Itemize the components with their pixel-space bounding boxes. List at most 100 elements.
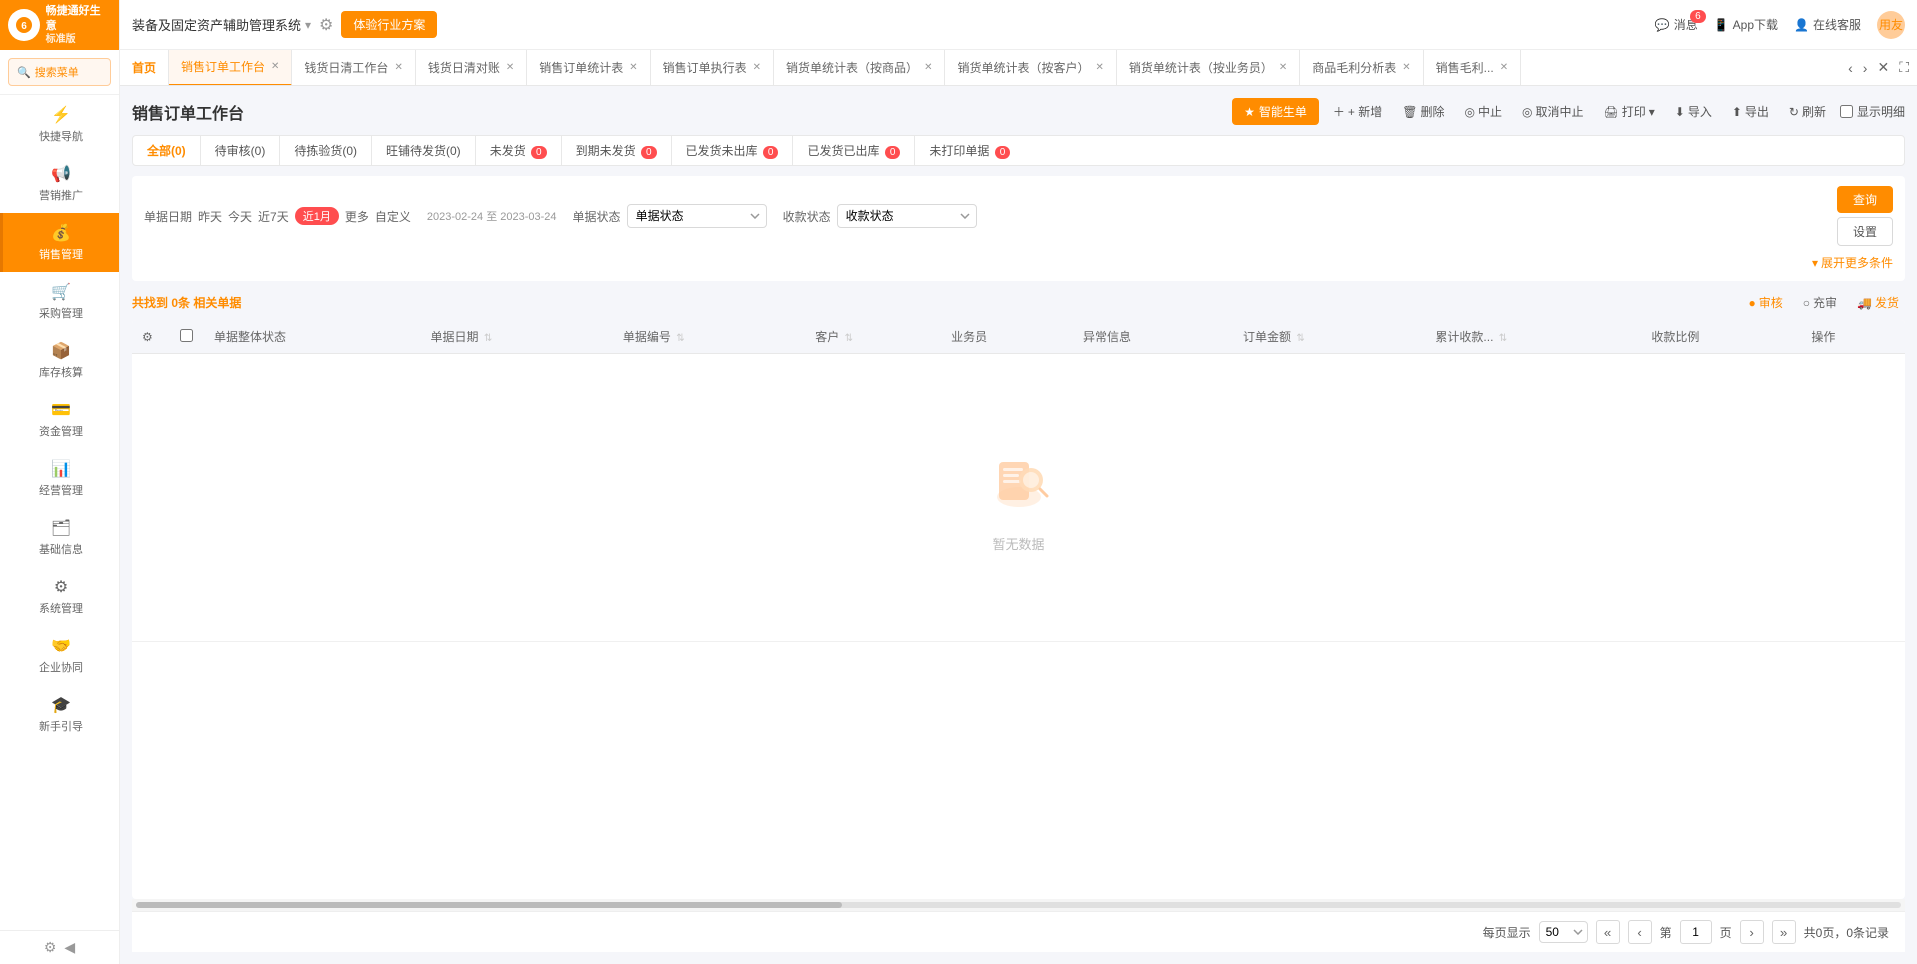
sort-customer-icon[interactable]: ⇅ (845, 333, 853, 344)
th-date[interactable]: 单据日期 ⇅ (421, 320, 613, 354)
expand-conditions-btn[interactable]: ▾ 展开更多条件 (1812, 254, 1893, 271)
tab-sales-stat-product[interactable]: 销货单统计表（按商品） ✕ (774, 50, 945, 86)
import-btn[interactable]: ⬇ 导入 (1669, 99, 1718, 124)
scrollbar-track[interactable] (136, 902, 1901, 908)
sidebar-item-system[interactable]: ⚙ 系统管理 (0, 567, 119, 626)
tab-close-cash-daily[interactable]: ✕ (394, 62, 402, 73)
th-collected[interactable]: 累计收款... ⇅ (1425, 320, 1641, 354)
collapse-button[interactable]: ◀ (64, 939, 75, 956)
tab-close-sales-workbench[interactable]: ✕ (271, 61, 279, 72)
tab-sales-stats[interactable]: 销售订单统计表 ✕ (527, 50, 650, 86)
sub-tab-wang-ship[interactable]: 旺铺待发货(0) (372, 136, 476, 165)
print-btn[interactable]: 🖨 打印 ▾ (1597, 99, 1660, 124)
sidebar-item-guide[interactable]: 🎓 新手引导 (0, 685, 119, 744)
payment-select[interactable]: 收款状态 (837, 204, 977, 228)
date-custom[interactable]: 自定义 (375, 208, 411, 225)
th-staff[interactable]: 业务员 (941, 320, 1073, 354)
message-btn[interactable]: 💬 消息 6 (1655, 16, 1698, 33)
th-checkbox[interactable] (168, 320, 204, 354)
sub-tab-pending-review[interactable]: 待审核(0) (201, 136, 281, 165)
unapprove-btn[interactable]: ○ 充审 (1797, 291, 1843, 314)
sidebar-item-inventory[interactable]: 📦 库存核算 (0, 331, 119, 390)
sub-tab-shipped-not-out[interactable]: 已发货未出库 0 (672, 136, 794, 165)
tab-close-gross-profit[interactable]: ✕ (1402, 62, 1410, 73)
tab-sales-stat-staff[interactable]: 销货单统计表（按业务员） ✕ (1117, 50, 1300, 86)
tab-close-cash-reconcile[interactable]: ✕ (506, 62, 514, 73)
sort-date-icon[interactable]: ⇅ (484, 333, 492, 344)
th-config[interactable]: ⚙ (132, 320, 168, 354)
sidebar-item-sales[interactable]: 💰 销售管理 (0, 213, 119, 272)
tab-sales-stat-customer[interactable]: 销货单统计表（按客户） ✕ (945, 50, 1116, 86)
date-more[interactable]: 更多 (345, 208, 369, 225)
add-btn[interactable]: ＋ + 新增 (1327, 99, 1388, 124)
trial-btn[interactable]: 体验行业方案 (341, 11, 437, 38)
th-error[interactable]: 异常信息 (1073, 320, 1233, 354)
dropdown-icon[interactable]: ▾ (305, 18, 311, 32)
tab-sales-exec[interactable]: 销售订单执行表 ✕ (651, 50, 774, 86)
tab-close-sales-stat-product[interactable]: ✕ (924, 62, 932, 73)
sub-tab-not-printed[interactable]: 未打印单据 0 (915, 136, 1024, 165)
date-today[interactable]: 今天 (228, 208, 252, 225)
tabs-prev-btn[interactable]: ‹ (1844, 58, 1857, 78)
delete-btn[interactable]: 🗑 删除 (1396, 99, 1450, 124)
search-menu-button[interactable]: 🔍 搜索菜单 (8, 58, 111, 86)
show-detail-checkbox[interactable] (1840, 105, 1853, 118)
date-1month[interactable]: 近1月 (295, 207, 339, 225)
sub-tab-expired-not-shipped[interactable]: 到期未发货 0 (562, 136, 672, 165)
sub-tab-all[interactable]: 全部(0) (133, 136, 201, 165)
page-last-btn[interactable]: » (1772, 920, 1796, 944)
export-btn[interactable]: ⬆ 导出 (1726, 99, 1775, 124)
tab-close-sales-stat-customer[interactable]: ✕ (1095, 62, 1103, 73)
tab-cash-reconcile[interactable]: 钱货日清对账 ✕ (416, 50, 527, 86)
sidebar-item-quick-nav[interactable]: ⚡ 快捷导航 (0, 95, 119, 154)
tab-home[interactable]: 首页 (120, 50, 169, 86)
abort-btn[interactable]: ◎ 中止 (1458, 99, 1508, 124)
status-select[interactable]: 单据状态 (627, 204, 767, 228)
tab-close-sales-exec[interactable]: ✕ (753, 62, 761, 73)
tab-cash-daily[interactable]: 钱货日清工作台 ✕ (292, 50, 415, 86)
ship-btn[interactable]: 🚚 发货 (1851, 291, 1905, 314)
page-input[interactable] (1680, 920, 1712, 944)
online-service-btn[interactable]: 👤 在线客服 (1794, 16, 1861, 33)
query-btn[interactable]: 查询 (1837, 186, 1893, 213)
tabs-expand-btn[interactable]: ⛶ (1895, 57, 1913, 78)
tab-close-sales-stat-staff[interactable]: ✕ (1279, 62, 1287, 73)
refresh-btn[interactable]: ↻ 刷新 (1783, 99, 1832, 124)
tab-close-sales-more[interactable]: ✕ (1500, 62, 1508, 73)
sidebar-item-basic-info[interactable]: 🗂 基础信息 (0, 508, 119, 567)
show-detail-check[interactable]: 显示明细 (1840, 103, 1905, 120)
tabs-next-btn[interactable]: › (1859, 58, 1872, 78)
sub-tab-shipped-out[interactable]: 已发货已出库 0 (793, 136, 915, 165)
sidebar-item-marketing[interactable]: 📢 营销推广 (0, 154, 119, 213)
settings-button[interactable]: ⚙ (44, 939, 57, 956)
th-customer[interactable]: 客户 ⇅ (805, 320, 941, 354)
sub-tab-pending-inspect[interactable]: 待拣验货(0) (280, 136, 372, 165)
approve-btn[interactable]: ● 审核 (1743, 291, 1789, 314)
horizontal-scrollbar[interactable] (132, 899, 1905, 911)
topbar-gear-icon[interactable]: ⚙ (319, 15, 333, 35)
select-all-checkbox[interactable] (180, 329, 193, 342)
th-number[interactable]: 单据编号 ⇅ (613, 320, 805, 354)
date-7days[interactable]: 近7天 (258, 208, 289, 225)
tab-sales-more[interactable]: 销售毛利... ✕ (1424, 50, 1521, 86)
sort-number-icon[interactable]: ⇅ (676, 333, 684, 344)
tab-close-sales-stats[interactable]: ✕ (629, 62, 637, 73)
app-download-btn[interactable]: 📱 App下载 (1714, 16, 1778, 33)
tab-sales-workbench[interactable]: 销售订单工作台 ✕ (169, 50, 292, 86)
sidebar-item-operation[interactable]: 📊 经营管理 (0, 449, 119, 508)
tabs-close-all-btn[interactable]: ✕ (1873, 57, 1893, 78)
page-next-btn[interactable]: › (1740, 920, 1764, 944)
th-amount[interactable]: 订单金额 ⇅ (1233, 320, 1425, 354)
page-first-btn[interactable]: « (1596, 920, 1620, 944)
date-yesterday[interactable]: 昨天 (198, 208, 222, 225)
tab-gross-profit[interactable]: 商品毛利分析表 ✕ (1300, 50, 1423, 86)
sidebar-search[interactable]: 🔍 搜索菜单 (0, 50, 119, 95)
sort-collected-icon[interactable]: ⇅ (1499, 333, 1507, 344)
set-btn[interactable]: 设置 (1837, 217, 1893, 246)
sidebar-item-purchase[interactable]: 🛒 采购管理 (0, 272, 119, 331)
smart-order-btn[interactable]: ★ 智能生单 (1232, 98, 1319, 125)
page-prev-btn[interactable]: ‹ (1628, 920, 1652, 944)
sub-tab-not-shipped[interactable]: 未发货 0 (476, 136, 562, 165)
cancel-abort-btn[interactable]: ◎ 取消中止 (1516, 99, 1590, 124)
user-avatar-btn[interactable]: 用友 (1877, 11, 1905, 39)
